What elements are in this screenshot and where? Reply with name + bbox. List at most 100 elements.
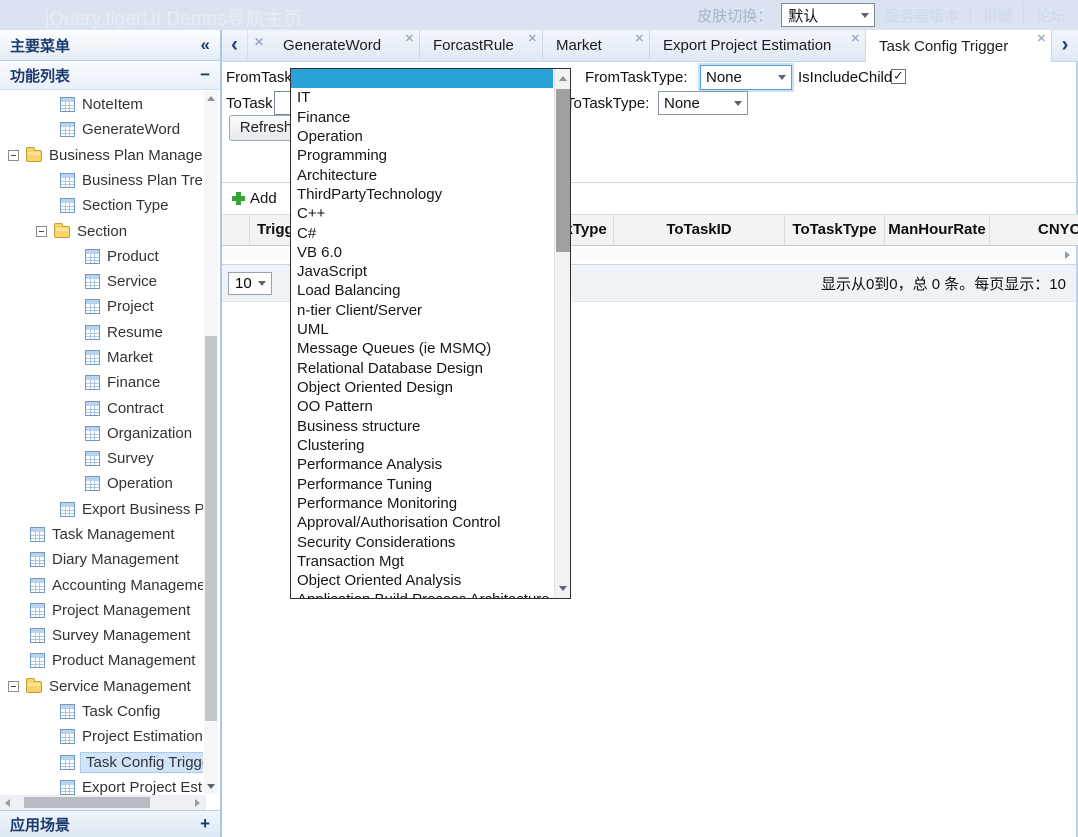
tree-item-product[interactable]: Product bbox=[0, 244, 203, 269]
tab-forcastrule[interactable]: ForcastRule ✕ bbox=[420, 30, 543, 61]
collapse-node-icon[interactable] bbox=[8, 681, 19, 692]
skin-select[interactable]: 默认 bbox=[781, 3, 876, 27]
dropdown-option[interactable]: OO Pattern bbox=[291, 397, 553, 416]
scrollbar-thumb[interactable] bbox=[205, 336, 217, 721]
tree-item-task-management[interactable]: Task Management bbox=[0, 522, 203, 547]
dropdown-option[interactable]: Security Considerations bbox=[291, 533, 553, 552]
tab-scroll-right-icon[interactable]: › bbox=[1052, 30, 1078, 59]
dropdown-option-blank[interactable] bbox=[291, 69, 553, 89]
tree-item-finance[interactable]: Finance bbox=[0, 370, 203, 395]
close-icon[interactable]: ✕ bbox=[528, 32, 537, 45]
tree-item-section[interactable]: Section bbox=[0, 219, 203, 244]
tree-item-accounting-management[interactable]: Accounting Management bbox=[0, 573, 203, 598]
scrollbar-thumb[interactable] bbox=[556, 89, 570, 252]
partial-tab-close-icon[interactable]: ✕ bbox=[248, 30, 270, 61]
dropdown-option[interactable]: Message Queues (ie MSMQ) bbox=[291, 339, 553, 358]
dropdown-option[interactable]: Clustering bbox=[291, 436, 553, 455]
dropdown-option[interactable]: n-tier Client/Server bbox=[291, 301, 553, 320]
collapse-panel-icon[interactable]: − bbox=[200, 65, 210, 85]
dropdown-option[interactable]: Business structure bbox=[291, 417, 553, 436]
collapse-node-icon[interactable] bbox=[36, 226, 47, 237]
dropdown-option[interactable]: ThirdPartyTechnology bbox=[291, 185, 553, 204]
tab-market[interactable]: Market ✕ bbox=[543, 30, 650, 61]
link-forum[interactable]: 论坛 bbox=[1036, 5, 1066, 26]
scroll-right-icon[interactable] bbox=[1065, 251, 1070, 259]
dropdown-option[interactable]: Transaction Mgt bbox=[291, 552, 553, 571]
dropdown-option[interactable]: IT bbox=[291, 88, 553, 107]
dropdown-option[interactable]: Performance Monitoring bbox=[291, 494, 553, 513]
dropdown-option[interactable]: Operation bbox=[291, 127, 553, 146]
tree-item-survey[interactable]: Survey bbox=[0, 446, 203, 471]
tab-export-project-estimation[interactable]: Export Project Estimation ✕ bbox=[650, 30, 866, 61]
scroll-right-icon[interactable] bbox=[195, 799, 200, 807]
dropdown-option[interactable]: Finance bbox=[291, 108, 553, 127]
tree-item-business-plan-tree[interactable]: Business Plan Tree bbox=[0, 168, 203, 193]
collapse-sidebar-icon[interactable]: « bbox=[201, 35, 210, 55]
tree-item-organization[interactable]: Organization bbox=[0, 421, 203, 446]
expand-panel-icon[interactable]: + bbox=[200, 814, 210, 834]
dropdown-option[interactable]: Performance Tuning bbox=[291, 475, 553, 494]
dropdown-scrollbar[interactable] bbox=[554, 69, 570, 598]
tree-item-noteitem[interactable]: NoteItem bbox=[0, 92, 203, 117]
tree-item-generateword[interactable]: GenerateWord bbox=[0, 117, 203, 142]
accordion-header-function-list[interactable]: 功能列表 − bbox=[0, 61, 220, 90]
add-button[interactable]: Add bbox=[228, 187, 285, 210]
from-task-type-select[interactable]: None bbox=[700, 65, 792, 90]
close-icon[interactable]: ✕ bbox=[851, 32, 860, 45]
tree-item-product-management[interactable]: Product Management bbox=[0, 648, 203, 673]
tree-item-project-estimation[interactable]: Project Estimation bbox=[0, 724, 203, 749]
grid-column-totasktype[interactable]: ToTaskType bbox=[785, 215, 885, 245]
tab-task-config-trigger[interactable]: Task Config Trigger ✕ bbox=[866, 30, 1052, 62]
tree-item-service-management[interactable]: Service Management bbox=[0, 674, 203, 699]
dropdown-option[interactable]: Performance Analysis bbox=[291, 455, 553, 474]
dropdown-option[interactable]: Architecture bbox=[291, 166, 553, 185]
dropdown-option[interactable]: UML bbox=[291, 320, 553, 339]
tree-item-operation[interactable]: Operation bbox=[0, 471, 203, 496]
dropdown-option[interactable]: C# bbox=[291, 224, 553, 243]
dropdown-option[interactable]: Object Oriented Design bbox=[291, 378, 553, 397]
dropdown-option[interactable]: Load Balancing bbox=[291, 281, 553, 300]
is-include-child-checkbox[interactable] bbox=[891, 68, 906, 84]
tree-item-survey-management[interactable]: Survey Management bbox=[0, 623, 203, 648]
dropdown-option[interactable]: Application Build Process Architecture bbox=[291, 590, 553, 598]
dropdown-option[interactable]: JavaScript bbox=[291, 262, 553, 281]
dropdown-option[interactable]: Object Oriented Analysis bbox=[291, 571, 553, 590]
grid-column-totaskid[interactable]: ToTaskID bbox=[614, 215, 785, 245]
tree-item-business-plan-management[interactable]: Business Plan Management bbox=[0, 143, 203, 168]
grid-column-manhourrate[interactable]: ManHourRate bbox=[885, 215, 990, 245]
tree-item-diary-management[interactable]: Diary Management bbox=[0, 547, 203, 572]
tree-item-export-project-estimation[interactable]: Export Project Estimation bbox=[0, 775, 203, 795]
scroll-down-icon[interactable] bbox=[207, 784, 215, 789]
dropdown-option[interactable]: Approval/Authorisation Control bbox=[291, 513, 553, 532]
tab-scroll-left-icon[interactable]: ‹ bbox=[222, 30, 248, 61]
link-server-version[interactable]: 服务器版本 bbox=[884, 5, 959, 26]
dropdown-option[interactable]: Programming bbox=[291, 146, 553, 165]
close-icon[interactable]: ✕ bbox=[405, 32, 414, 45]
tree-item-service[interactable]: Service bbox=[0, 269, 203, 294]
scrollbar-thumb[interactable] bbox=[24, 797, 150, 808]
dropdown-option[interactable]: C++ bbox=[291, 204, 553, 223]
link-donate[interactable]: 捐赠 bbox=[983, 5, 1013, 26]
tree-item-section-type[interactable]: Section Type bbox=[0, 193, 203, 218]
dropdown-option[interactable]: Relational Database Design bbox=[291, 359, 553, 378]
grid-column-cnycost[interactable]: CNYCostItem bbox=[990, 215, 1078, 245]
to-task-type-select[interactable]: None bbox=[658, 91, 748, 115]
close-icon[interactable]: ✕ bbox=[1037, 32, 1046, 45]
tree-item-task-config-trigger[interactable]: Task Config Trigger bbox=[0, 750, 203, 775]
scroll-up-icon[interactable] bbox=[559, 76, 567, 81]
tree-horizontal-scrollbar[interactable] bbox=[0, 795, 206, 810]
scroll-down-icon[interactable] bbox=[559, 586, 567, 591]
tree-item-project-management[interactable]: Project Management bbox=[0, 598, 203, 623]
close-icon[interactable]: ✕ bbox=[635, 32, 644, 45]
tree-item-task-config[interactable]: Task Config bbox=[0, 699, 203, 724]
tree-item-project[interactable]: Project bbox=[0, 294, 203, 319]
collapse-node-icon[interactable] bbox=[8, 150, 19, 161]
tree-vertical-scrollbar[interactable] bbox=[204, 91, 218, 794]
scroll-up-icon[interactable] bbox=[207, 96, 215, 101]
dropdown-option[interactable]: VB 6.0 bbox=[291, 243, 553, 262]
tree-item-resume[interactable]: Resume bbox=[0, 320, 203, 345]
accordion-header-app-scenarios[interactable]: 应用场景 + bbox=[0, 810, 220, 837]
tree-item-export-business-plan[interactable]: Export Business Plan bbox=[0, 497, 203, 522]
tab-generateword[interactable]: GenerateWord ✕ bbox=[270, 30, 420, 61]
tree-item-market[interactable]: Market bbox=[0, 345, 203, 370]
